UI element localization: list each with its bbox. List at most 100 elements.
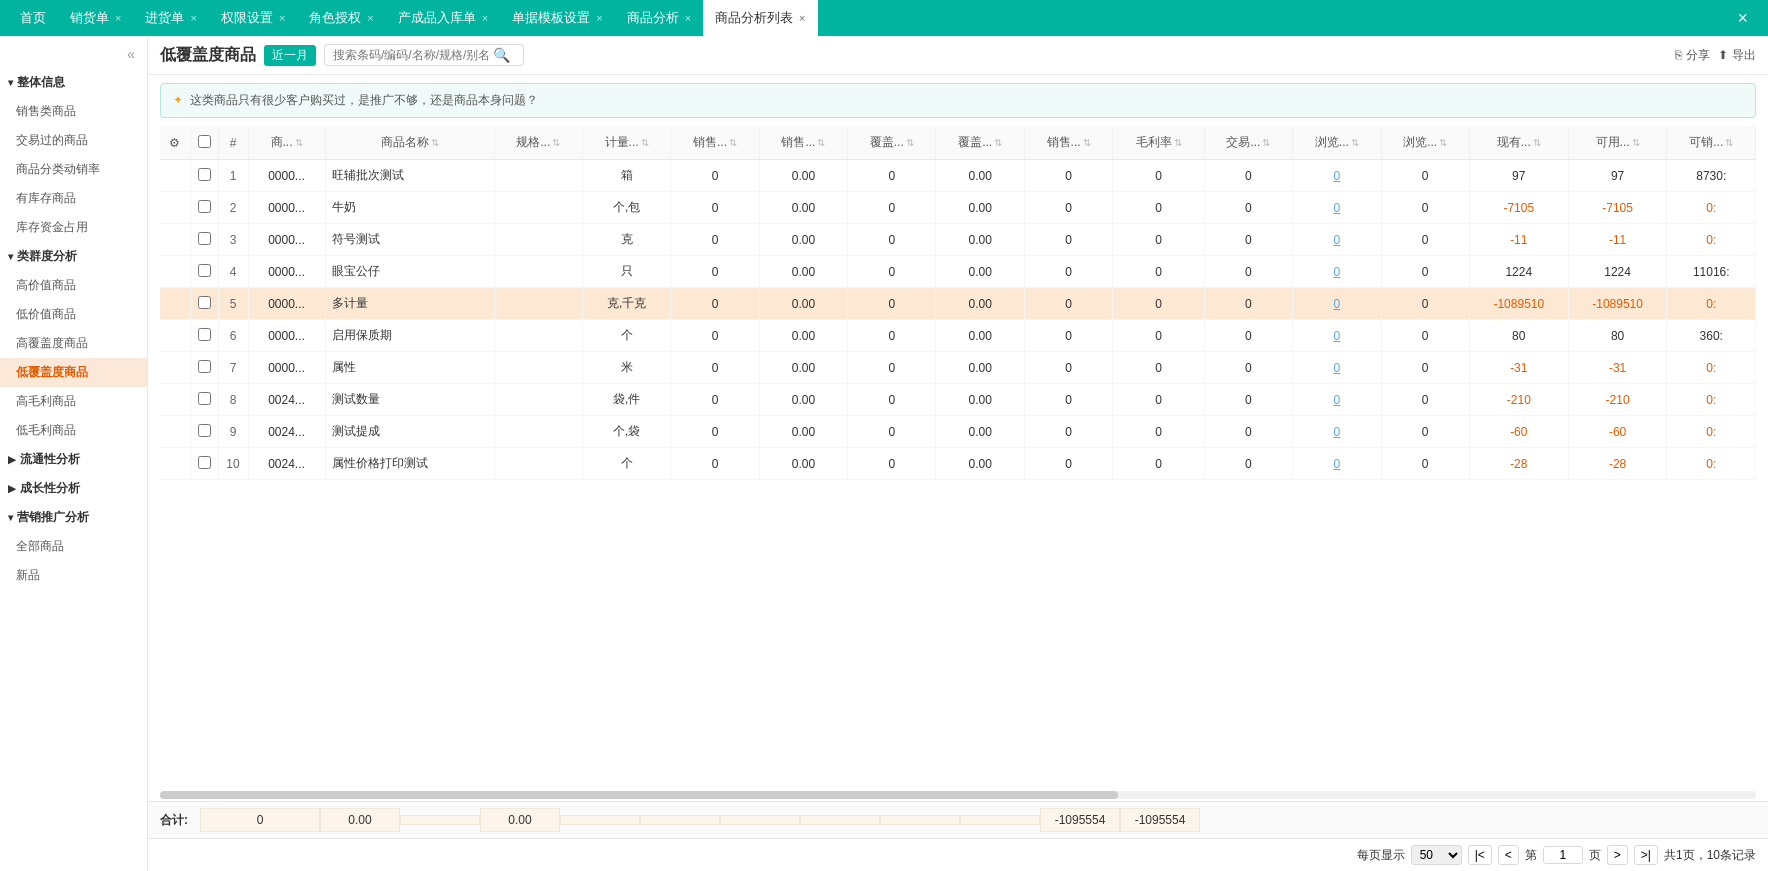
col-trade-header[interactable]: 交易...⇅ — [1204, 126, 1292, 160]
sidebar-item-inventory-value[interactable]: 库存资金占用 — [0, 213, 147, 242]
sidebar-section-marketing[interactable]: ▾ 营销推广分析 — [0, 503, 147, 532]
row-checkbox[interactable] — [198, 424, 211, 437]
sidebar-item-traded-products[interactable]: 交易过的商品 — [0, 126, 147, 155]
checkbox-cell[interactable] — [190, 384, 218, 416]
nav-role-auth[interactable]: 角色授权 × — [297, 0, 385, 36]
sidebar-section-growth[interactable]: ▶ 成长性分析 — [0, 474, 147, 503]
nav-product-analysis[interactable]: 商品分析 × — [615, 0, 703, 36]
checkbox-cell[interactable] — [190, 448, 218, 480]
row-checkbox[interactable] — [198, 456, 211, 469]
row-checkbox[interactable] — [198, 264, 211, 277]
col-name-header[interactable]: 商品名称⇅ — [325, 126, 494, 160]
settings-column-header[interactable]: ⚙ — [160, 126, 190, 160]
row-checkbox[interactable] — [198, 168, 211, 181]
col-sales-xxx-header[interactable]: 销售...⇅ — [1024, 126, 1112, 160]
nav-finished-goods[interactable]: 产成品入库单 × — [386, 0, 500, 36]
sidebar-section-overall[interactable]: ▾ 整体信息 — [0, 68, 147, 97]
horizontal-scrollbar[interactable] — [160, 791, 1756, 799]
col-code-header[interactable]: 商...⇅ — [248, 126, 325, 160]
col-unit-header[interactable]: 计量...⇅ — [582, 126, 670, 160]
next-page-button[interactable]: > — [1607, 845, 1628, 865]
checkbox-cell[interactable] — [190, 416, 218, 448]
sidebar-item-high-value[interactable]: 高价值商品 — [0, 271, 147, 300]
browse1[interactable]: 0 — [1293, 448, 1381, 480]
last-page-button[interactable]: >| — [1634, 845, 1658, 865]
sidebar-item-low-value[interactable]: 低价值商品 — [0, 300, 147, 329]
window-close-button[interactable]: × — [1725, 8, 1760, 29]
browse1[interactable]: 0 — [1293, 224, 1381, 256]
close-icon[interactable]: × — [115, 12, 121, 24]
close-icon[interactable]: × — [279, 12, 285, 24]
browse1[interactable]: 0 — [1293, 160, 1381, 192]
browse1[interactable]: 0 — [1293, 352, 1381, 384]
col-sales-qty-header[interactable]: 销售...⇅ — [671, 126, 759, 160]
sidebar-item-high-margin[interactable]: 高毛利商品 — [0, 387, 147, 416]
search-input[interactable] — [333, 48, 493, 62]
close-icon[interactable]: × — [482, 12, 488, 24]
browse1[interactable]: 0 — [1293, 384, 1381, 416]
col-browse1-header[interactable]: 浏览...⇅ — [1293, 126, 1381, 160]
sidebar-item-low-coverage[interactable]: 低覆盖度商品 — [0, 358, 147, 387]
row-checkbox[interactable] — [198, 392, 211, 405]
col-gross-rate-header[interactable]: 毛利率⇅ — [1113, 126, 1204, 160]
sidebar-item-category-turnover[interactable]: 商品分类动销率 — [0, 155, 147, 184]
checkbox-cell[interactable] — [190, 224, 218, 256]
col-current-stock-header[interactable]: 现有...⇅ — [1469, 126, 1568, 160]
col-browse2-header[interactable]: 浏览...⇅ — [1381, 126, 1469, 160]
col-sales-amt-header[interactable]: 销售...⇅ — [759, 126, 847, 160]
sidebar-section-liquidity[interactable]: ▶ 流通性分析 — [0, 445, 147, 474]
close-icon[interactable]: × — [799, 12, 805, 24]
close-icon[interactable]: × — [596, 12, 602, 24]
close-icon[interactable]: × — [685, 12, 691, 24]
row-checkbox[interactable] — [198, 200, 211, 213]
browse1[interactable]: 0 — [1293, 288, 1381, 320]
browse1[interactable]: 0 — [1293, 416, 1381, 448]
col-spec-header[interactable]: 规格...⇅ — [494, 126, 582, 160]
col-avail-stock-header[interactable]: 可用...⇅ — [1568, 126, 1667, 160]
scrollbar-thumb[interactable] — [160, 791, 1118, 799]
close-icon[interactable]: × — [367, 12, 373, 24]
sidebar-collapse-button[interactable]: « — [123, 44, 139, 64]
sidebar-item-high-coverage[interactable]: 高覆盖度商品 — [0, 329, 147, 358]
checkbox-cell[interactable] — [190, 288, 218, 320]
row-checkbox[interactable] — [198, 328, 211, 341]
browse1[interactable]: 0 — [1293, 192, 1381, 224]
nav-sales-order[interactable]: 销货单 × — [58, 0, 133, 36]
sidebar-section-cluster[interactable]: ▾ 类群度分析 — [0, 242, 147, 271]
checkbox-cell[interactable] — [190, 256, 218, 288]
nav-home[interactable]: 首页 — [8, 0, 58, 36]
sidebar-item-stocked-products[interactable]: 有库存商品 — [0, 184, 147, 213]
sidebar-item-new-products[interactable]: 新品 — [0, 561, 147, 590]
close-icon[interactable]: × — [190, 12, 196, 24]
checkbox-cell[interactable] — [190, 192, 218, 224]
share-button[interactable]: ⎘ 分享 — [1675, 47, 1710, 64]
checkbox-cell[interactable] — [190, 320, 218, 352]
page-number-input[interactable] — [1543, 846, 1583, 864]
sidebar-item-low-margin[interactable]: 低毛利商品 — [0, 416, 147, 445]
nav-product-analysis-list[interactable]: 商品分析列表 × — [703, 0, 817, 36]
row-checkbox[interactable] — [198, 296, 211, 309]
browse1[interactable]: 0 — [1293, 256, 1381, 288]
col-saleable-header[interactable]: 可销...⇅ — [1667, 126, 1756, 160]
col-coverage-qty-header[interactable]: 覆盖...⇅ — [848, 126, 936, 160]
sidebar-item-all-products[interactable]: 全部商品 — [0, 532, 147, 561]
nav-purchase-order[interactable]: 进货单 × — [133, 0, 208, 36]
first-page-button[interactable]: |< — [1468, 845, 1492, 865]
per-page-select[interactable]: 50 100 200 — [1411, 845, 1462, 865]
export-button[interactable]: ⬆ 导出 — [1718, 47, 1756, 64]
prev-page-button[interactable]: < — [1498, 845, 1519, 865]
row-checkbox[interactable] — [198, 232, 211, 245]
browse1[interactable]: 0 — [1293, 320, 1381, 352]
col-coverage-rate-header[interactable]: 覆盖...⇅ — [936, 126, 1024, 160]
settings-cell — [160, 352, 190, 384]
sidebar-item-sales-products[interactable]: 销售类商品 — [0, 97, 147, 126]
row-checkbox[interactable] — [198, 360, 211, 373]
nav-template-settings[interactable]: 单据模板设置 × — [500, 0, 614, 36]
nav-permissions[interactable]: 权限设置 × — [209, 0, 297, 36]
select-all-header[interactable] — [190, 126, 218, 160]
checkbox-cell[interactable] — [190, 352, 218, 384]
select-all-checkbox[interactable] — [198, 135, 211, 148]
time-range-button[interactable]: 近一月 — [264, 45, 316, 66]
product-table-container[interactable]: ⚙ # 商...⇅ 商品名称⇅ 规格...⇅ 计量... — [160, 126, 1756, 789]
checkbox-cell[interactable] — [190, 160, 218, 192]
